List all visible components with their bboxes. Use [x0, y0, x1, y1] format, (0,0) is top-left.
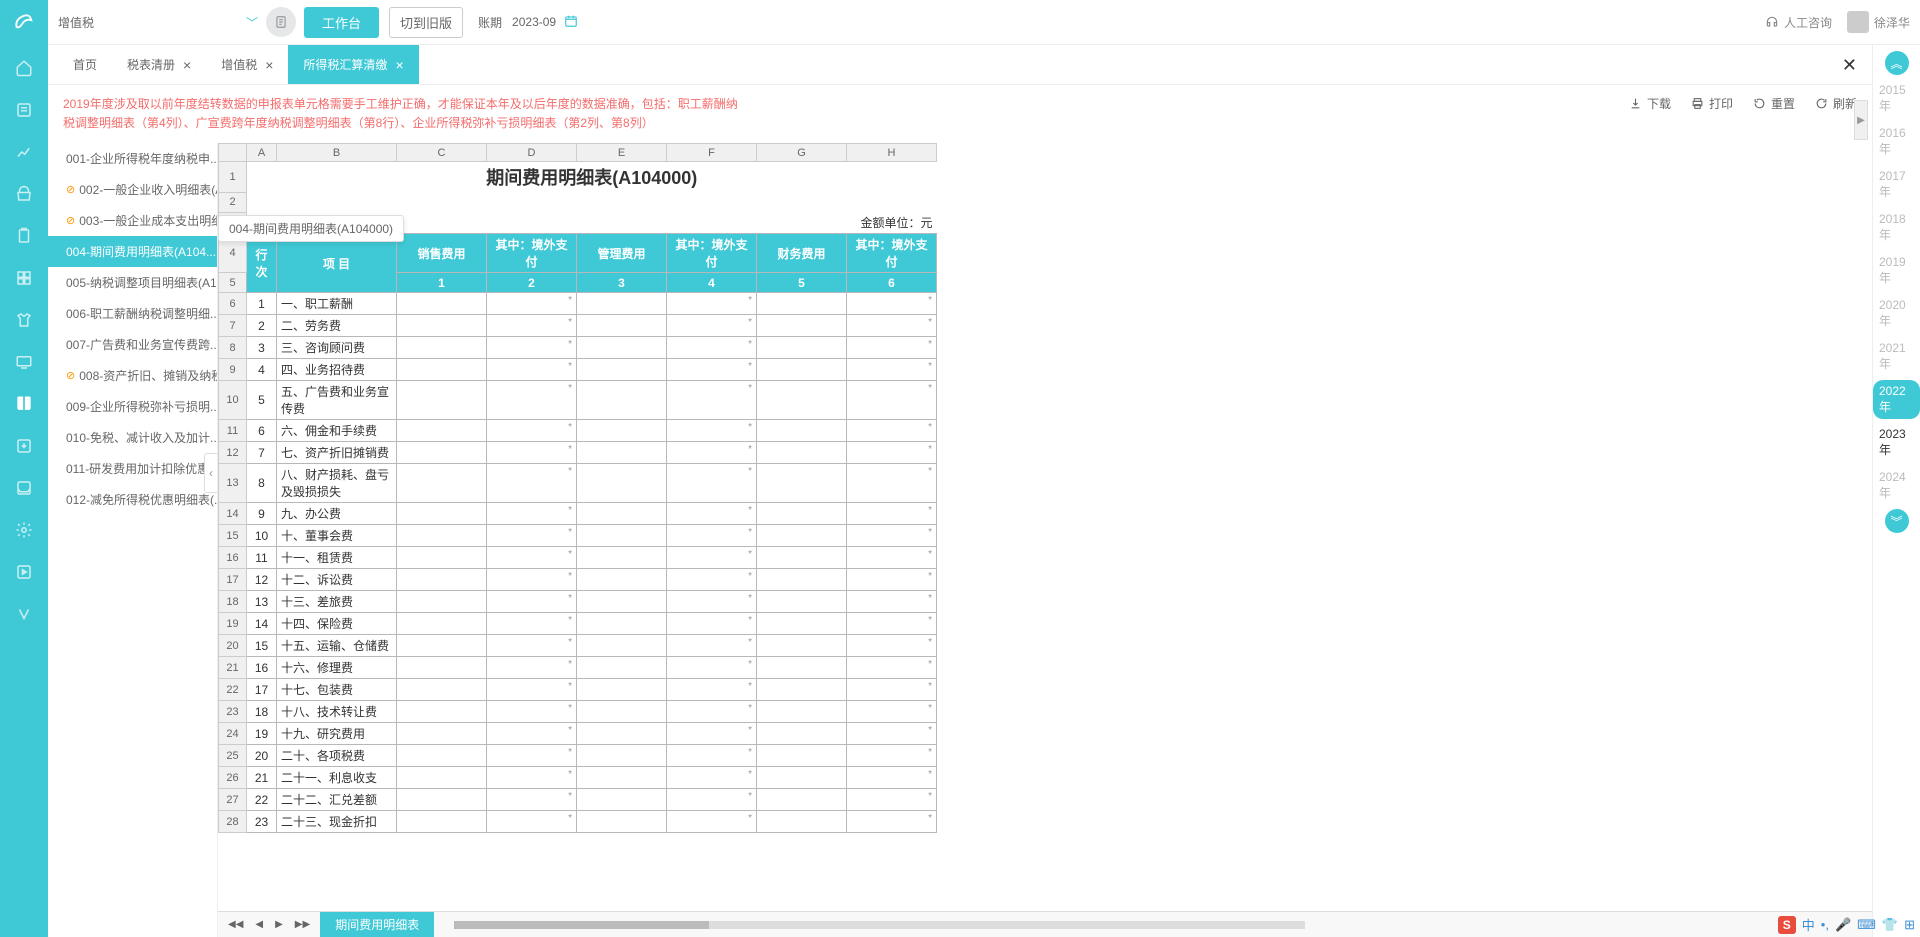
tab-税表清册[interactable]: 税表清册× — [112, 45, 206, 84]
tabbar: 首页税表清册×增值税×所得税汇算清缴× ✕ — [48, 45, 1872, 85]
app-logo[interactable] — [0, 0, 48, 45]
sheet-tab[interactable]: 期间费用明细表 — [320, 912, 434, 937]
workbench-button[interactable]: 工作台 — [304, 7, 379, 38]
consult-button[interactable]: 人工咨询 — [1765, 14, 1832, 31]
tray-mic-icon[interactable]: 🎤 — [1835, 917, 1851, 933]
calendar-icon[interactable] — [564, 14, 578, 31]
sidebar — [0, 45, 48, 937]
grid-icon[interactable] — [13, 267, 35, 289]
export-icon[interactable] — [13, 435, 35, 457]
close-all-icon[interactable]: ✕ — [1842, 55, 1857, 76]
reset-button[interactable]: 重置 — [1753, 95, 1795, 112]
chart-icon[interactable] — [13, 141, 35, 163]
nav-item[interactable]: 004-期间费用明细表(A104... — [48, 236, 217, 267]
nav-item[interactable]: 005-纳税调整项目明细表(A1... — [48, 267, 217, 298]
year-rail: ︽ 2015年 2016年 2017年 2018年 2019年 2020年 2021年 2022… — [1872, 45, 1920, 937]
year-option[interactable]: 2016年 — [1873, 122, 1920, 161]
play-icon[interactable] — [13, 561, 35, 583]
tab-增值税[interactable]: 增值税× — [206, 45, 288, 84]
tray-shirt-icon[interactable]: 👕 — [1882, 917, 1898, 933]
tab-首页[interactable]: 首页 — [58, 45, 112, 84]
nav-item[interactable]: 012-减免所得税优惠明细表(... — [48, 484, 217, 515]
doc-icon-button[interactable] — [266, 7, 296, 37]
tab-所得税汇算清缴[interactable]: 所得税汇算清缴× — [288, 45, 418, 84]
nav-item[interactable]: 011-研发费用加计扣除优惠... — [48, 453, 217, 484]
year-option[interactable]: 2023年 — [1873, 423, 1920, 462]
expand-panel-icon[interactable]: ▶ — [1854, 100, 1868, 140]
year-option[interactable]: 2017年 — [1873, 165, 1920, 204]
nav-item[interactable]: ⊘002-一般企业收入明细表(A1... — [48, 174, 217, 205]
warning-icon: ⊘ — [66, 214, 75, 227]
system-tray: S 中 •, 🎤 ⌨ 👕 ⊞ — [1778, 915, 1915, 934]
year-option[interactable]: 2020年 — [1873, 294, 1920, 333]
tab-close-icon[interactable]: × — [395, 57, 403, 73]
year-option[interactable]: 2015年 — [1873, 79, 1920, 118]
user-menu[interactable]: 徐泽华 — [1847, 11, 1910, 33]
v-icon[interactable] — [13, 603, 35, 625]
year-option[interactable]: 2019年 — [1873, 251, 1920, 290]
screen-icon[interactable] — [13, 351, 35, 373]
tax-type-label: 增值税 — [58, 14, 94, 31]
form-nav-list: 001-企业所得税年度纳税申...⊘002-一般企业收入明细表(A1...⊘00… — [48, 143, 218, 937]
tax-type-dropdown[interactable]: 增值税 ﹀ — [58, 14, 258, 31]
sheet-nav-controls[interactable]: ◀◀◀▶▶▶ — [218, 919, 320, 930]
horizontal-scrollbar[interactable] — [454, 918, 1872, 932]
year-option[interactable]: 2022年 — [1873, 380, 1920, 419]
year-option[interactable]: 2021年 — [1873, 337, 1920, 376]
year-option[interactable]: 2024年 — [1873, 466, 1920, 505]
warning-notice: 2019年度涉及取以前年度结转数据的申报表单元格需要手工维护正确，才能保证本年及… — [63, 95, 743, 133]
shirt-icon[interactable] — [13, 309, 35, 331]
refresh-icon — [1815, 97, 1828, 110]
inbox-icon[interactable] — [13, 477, 35, 499]
nav-item[interactable]: 007-广告费和业务宣传费跨... — [48, 329, 217, 360]
period-value: 2023-09 — [512, 15, 556, 29]
spreadsheet-grid[interactable]: ABCDEFGH1期间费用明细表(A104000)23金额单位：元4行次项 目销… — [218, 143, 937, 833]
nav-item[interactable]: 006-职工薪酬纳税调整明细... — [48, 298, 217, 329]
nav-item[interactable]: ⊘003-一般企业成本支出明细... — [48, 205, 217, 236]
print-button[interactable]: 打印 — [1691, 95, 1733, 112]
book-icon[interactable] — [13, 393, 35, 415]
home-icon[interactable] — [13, 57, 35, 79]
collapse-nav-icon[interactable]: ‹ — [204, 453, 218, 493]
nav-item[interactable]: ⊘008-资产折旧、摊销及纳税... — [48, 360, 217, 391]
period-label: 账期 — [478, 14, 502, 31]
tab-close-icon[interactable]: × — [183, 57, 191, 73]
gear-icon[interactable] — [13, 519, 35, 541]
tray-dot-icon[interactable]: •, — [1821, 917, 1829, 932]
print-icon — [1691, 97, 1704, 110]
nav-tooltip: 004-期间费用明细表(A104000) — [218, 215, 404, 242]
reset-icon — [1753, 97, 1766, 110]
ime-icon[interactable]: S — [1778, 916, 1796, 934]
headset-icon — [1765, 15, 1779, 29]
download-button[interactable]: 下载 — [1629, 95, 1671, 112]
nav-item[interactable]: 001-企业所得税年度纳税申... — [48, 143, 217, 174]
nav-item[interactable]: 009-企业所得税弥补亏损明... — [48, 391, 217, 422]
chevron-down-icon: ﹀ — [246, 14, 258, 31]
download-icon — [1629, 97, 1642, 110]
tray-grid-icon[interactable]: ⊞ — [1904, 917, 1915, 933]
avatar — [1847, 11, 1869, 33]
year-up-icon[interactable]: ︽ — [1885, 51, 1909, 75]
refresh-button[interactable]: 刷新 — [1815, 95, 1857, 112]
warning-icon: ⊘ — [66, 183, 75, 196]
year-option[interactable]: 2018年 — [1873, 208, 1920, 247]
clipboard-icon[interactable] — [13, 225, 35, 247]
manage-icon[interactable] — [13, 99, 35, 121]
nav-item[interactable]: 010-免税、减计收入及加计... — [48, 422, 217, 453]
warning-icon: ⊘ — [66, 369, 75, 382]
tab-close-icon[interactable]: × — [265, 57, 273, 73]
switch-old-button[interactable]: 切到旧版 — [389, 7, 463, 38]
year-down-icon[interactable]: ︾ — [1885, 509, 1909, 533]
bag-icon[interactable] — [13, 183, 35, 205]
tray-kb-icon[interactable]: ⌨ — [1857, 917, 1876, 933]
